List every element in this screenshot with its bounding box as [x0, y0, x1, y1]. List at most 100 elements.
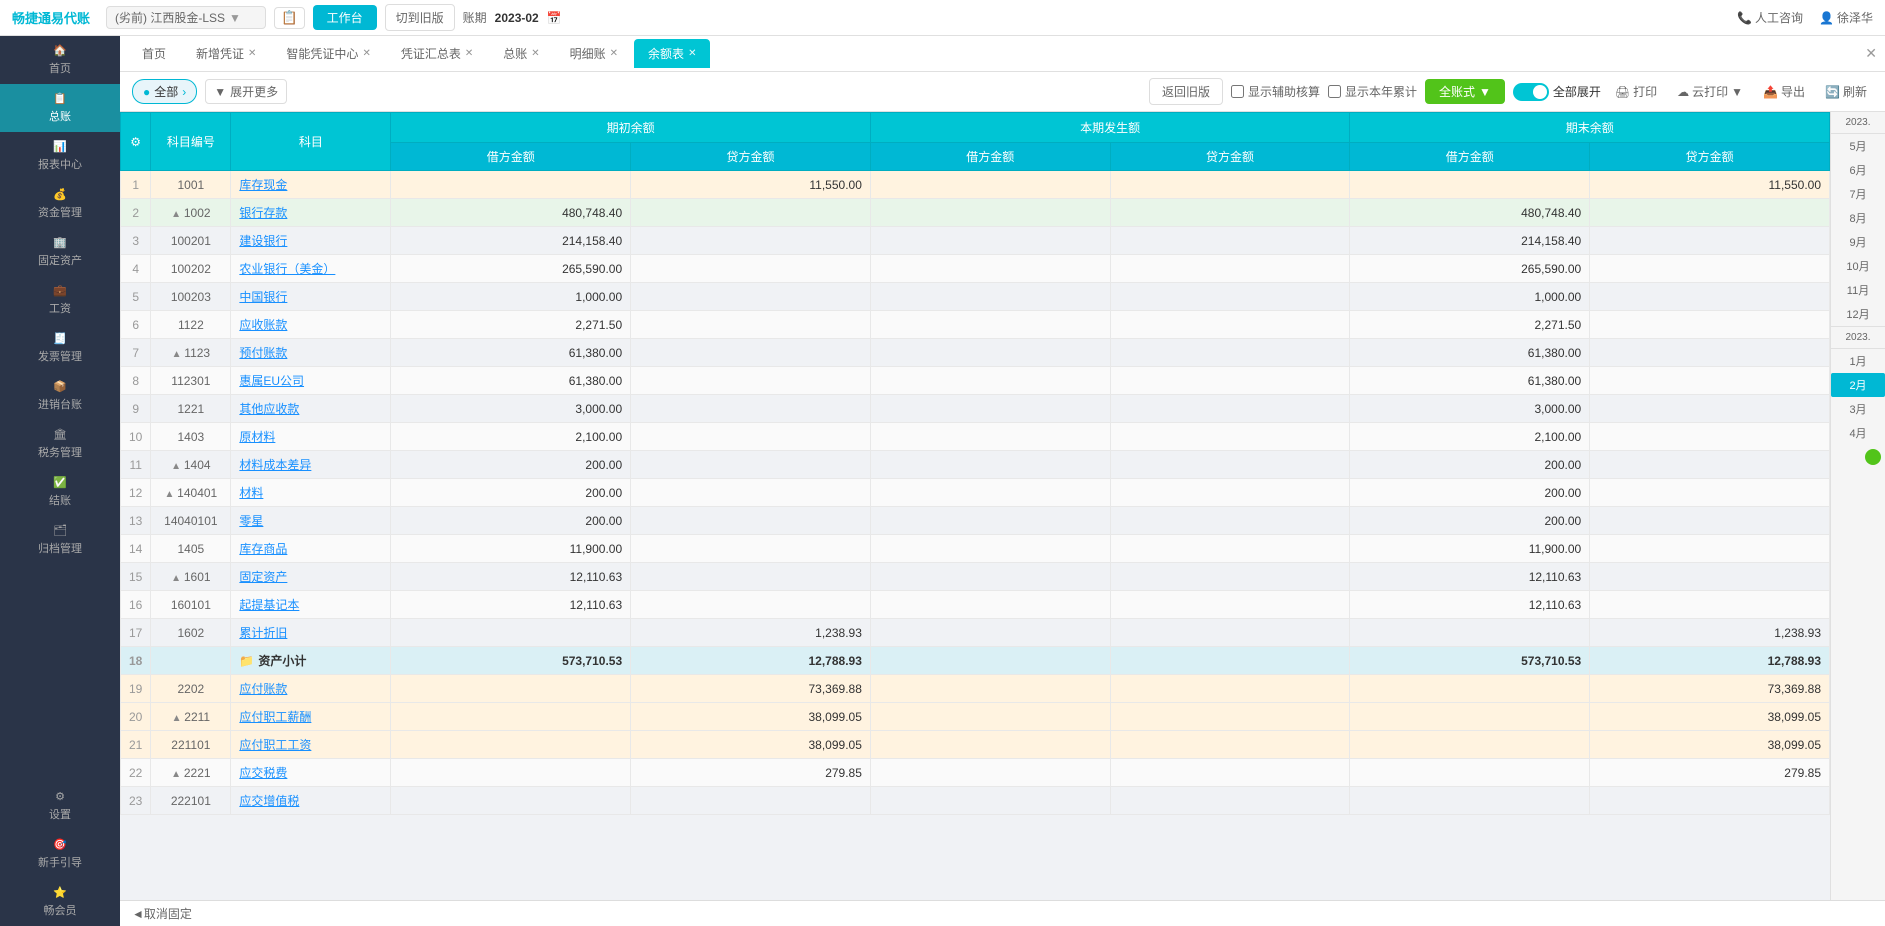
sidebar-item-ledger[interactable]: 📋 总账 — [0, 84, 120, 132]
close-all-tabs[interactable]: ✕ — [1865, 45, 1877, 62]
table-row[interactable]: 11▲ 1404材料成本差异200.00200.00 — [121, 451, 1830, 479]
table-row[interactable]: 91221其他应收款3,000.003,000.00 — [121, 395, 1830, 423]
table-row[interactable]: 1314040101零星200.00200.00 — [121, 507, 1830, 535]
table-row[interactable]: 12▲ 140401材料200.00200.00 — [121, 479, 1830, 507]
month-1[interactable]: 1月 — [1831, 349, 1885, 373]
table-row[interactable]: 101403原材料2,100.002,100.00 — [121, 423, 1830, 451]
account-name[interactable]: 固定资产 — [231, 563, 391, 591]
account-name[interactable]: 库存现金 — [231, 171, 391, 199]
table-row[interactable]: 21221101应付职工工资38,099.0538,099.05 — [121, 731, 1830, 759]
account-name[interactable]: 材料 — [231, 479, 391, 507]
sidebar-item-reports[interactable]: 📊 报表中心 — [0, 132, 120, 180]
sidebar-item-payroll[interactable]: 💼 工资 — [0, 276, 120, 324]
account-name[interactable]: 累计折旧 — [231, 619, 391, 647]
table-row[interactable]: 11001库存现金11,550.0011,550.00 — [121, 171, 1830, 199]
year-2023-top[interactable]: 2023. — [1831, 112, 1885, 134]
tab-new-voucher[interactable]: 新增凭证 ✕ — [182, 39, 270, 68]
tab-home[interactable]: 首页 — [128, 39, 180, 68]
table-row[interactable]: 61122应收账款2,271.502,271.50 — [121, 311, 1830, 339]
export-button[interactable]: 📤 导出 — [1757, 79, 1811, 104]
account-name[interactable]: 应收账款 — [231, 311, 391, 339]
switch-version-button[interactable]: 切到旧版 — [385, 4, 455, 31]
table-row[interactable]: 192202应付账款73,369.8873,369.88 — [121, 675, 1830, 703]
company-selector[interactable]: (劣前) 江西股金-LSS ▼ — [106, 6, 266, 29]
close-icon-tab1[interactable]: ✕ — [248, 48, 256, 59]
tab-general-ledger[interactable]: 总账 ✕ — [489, 39, 553, 68]
month-5[interactable]: 5月 — [1831, 134, 1885, 158]
account-name[interactable]: 中国银行 — [231, 283, 391, 311]
account-name[interactable]: 材料成本差异 — [231, 451, 391, 479]
unpin-button[interactable]: ◄ 取消固定 — [120, 900, 1885, 926]
sidebar-item-settings[interactable]: ⚙ 设置 — [0, 782, 120, 830]
show-ytd-checkbox[interactable]: 显示本年累计 — [1328, 83, 1417, 100]
copy-button[interactable]: 📋 — [274, 7, 305, 29]
sidebar-item-archive[interactable]: 🗂 归档管理 — [0, 516, 120, 564]
month-7[interactable]: 7月 — [1831, 182, 1885, 206]
tab-voucher-summary[interactable]: 凭证汇总表 ✕ — [387, 39, 487, 68]
table-row[interactable]: 23222101应交增值税 — [121, 787, 1830, 815]
close-icon-tab4[interactable]: ✕ — [531, 48, 539, 59]
table-row[interactable]: 141405库存商品11,900.0011,900.00 — [121, 535, 1830, 563]
month-2[interactable]: 2月 — [1831, 373, 1885, 397]
return-old-version-button[interactable]: 返回旧版 — [1149, 78, 1223, 105]
table-row[interactable]: 5100203中国银行1,000.001,000.00 — [121, 283, 1830, 311]
table-row[interactable]: 16160101起提基记本12,110.6312,110.63 — [121, 591, 1830, 619]
account-name[interactable]: 零星 — [231, 507, 391, 535]
account-name[interactable]: 建设银行 — [231, 227, 391, 255]
tab-detail-ledger[interactable]: 明细账 ✕ — [556, 39, 632, 68]
sidebar-item-guide[interactable]: 🎯 新手引导 — [0, 830, 120, 878]
account-name[interactable]: 惠属EU公司 — [231, 367, 391, 395]
month-9[interactable]: 9月 — [1831, 230, 1885, 254]
account-name[interactable]: 应付职工薪酬 — [231, 703, 391, 731]
month-10[interactable]: 10月 — [1831, 254, 1885, 278]
month-11[interactable]: 11月 — [1831, 278, 1885, 302]
table-row[interactable]: 2▲ 1002银行存款480,748.40480,748.40 — [121, 199, 1830, 227]
close-icon-tab2[interactable]: ✕ — [362, 48, 370, 59]
account-name[interactable]: 应付账款 — [231, 675, 391, 703]
table-row[interactable]: 20▲ 2211应付职工薪酬38,099.0538,099.05 — [121, 703, 1830, 731]
print-button[interactable]: 🖨 打印 — [1609, 79, 1663, 104]
account-name[interactable]: 库存商品 — [231, 535, 391, 563]
account-name[interactable]: 农业银行（美金） — [231, 255, 391, 283]
column-settings-icon[interactable]: ⚙ — [130, 135, 141, 149]
sidebar-item-purchase[interactable]: 📦 进销台账 — [0, 372, 120, 420]
table-row[interactable]: 22▲ 2221应交税费279.85279.85 — [121, 759, 1830, 787]
account-name[interactable]: 预付账款 — [231, 339, 391, 367]
account-name[interactable]: 其他应收款 — [231, 395, 391, 423]
table-row[interactable]: 8112301惠属EU公司61,380.0061,380.00 — [121, 367, 1830, 395]
calendar-icon[interactable]: 📅 — [547, 11, 562, 25]
close-icon-tab5[interactable]: ✕ — [610, 48, 618, 59]
cloud-print-button[interactable]: ☁ 云打印 ▼ — [1671, 79, 1749, 104]
account-name[interactable]: 起提基记本 — [231, 591, 391, 619]
close-icon-tab3[interactable]: ✕ — [465, 48, 473, 59]
sidebar-item-member[interactable]: ⭐ 畅会员 — [0, 878, 120, 926]
full-style-button[interactable]: 全账式 ▼ — [1425, 79, 1505, 104]
table-row[interactable]: 7▲ 1123预付账款61,380.0061,380.00 — [121, 339, 1830, 367]
filter-all-button[interactable]: ● 全部 › — [132, 79, 197, 104]
sidebar-item-assets[interactable]: 🏢 固定资产 — [0, 228, 120, 276]
expand-all-toggle[interactable]: 全部展开 — [1513, 83, 1601, 101]
sidebar-item-tax[interactable]: 🏛 税务管理 — [0, 420, 120, 468]
expand-more-button[interactable]: ▼ 展开更多 — [205, 79, 287, 104]
sidebar-item-closing[interactable]: ✅ 结账 — [0, 468, 120, 516]
consult-button[interactable]: 📞 人工咨询 — [1737, 9, 1803, 26]
year-2023-bottom[interactable]: 2023. — [1831, 326, 1885, 349]
tab-smart-voucher[interactable]: 智能凭证中心 ✕ — [272, 39, 384, 68]
month-3[interactable]: 3月 — [1831, 397, 1885, 421]
sidebar-item-home[interactable]: 🏠 首页 — [0, 36, 120, 84]
close-icon-tab6[interactable]: ✕ — [688, 48, 696, 59]
month-4[interactable]: 4月 — [1831, 421, 1885, 445]
month-6[interactable]: 6月 — [1831, 158, 1885, 182]
month-12[interactable]: 12月 — [1831, 302, 1885, 326]
account-name[interactable]: 银行存款 — [231, 199, 391, 227]
month-8[interactable]: 8月 — [1831, 206, 1885, 230]
account-name[interactable]: 应交税费 — [231, 759, 391, 787]
account-name[interactable]: 应付职工工资 — [231, 731, 391, 759]
account-name[interactable]: 📁资产小计 — [231, 647, 391, 675]
sidebar-item-funds[interactable]: 💰 资金管理 — [0, 180, 120, 228]
tab-balance-sheet[interactable]: 余额表 ✕ — [634, 39, 710, 68]
workbench-button[interactable]: 工作台 — [313, 5, 377, 30]
account-name[interactable]: 原材料 — [231, 423, 391, 451]
show-aux-checkbox[interactable]: 显示辅助核算 — [1231, 83, 1320, 100]
table-row[interactable]: 3100201建设银行214,158.40214,158.40 — [121, 227, 1830, 255]
